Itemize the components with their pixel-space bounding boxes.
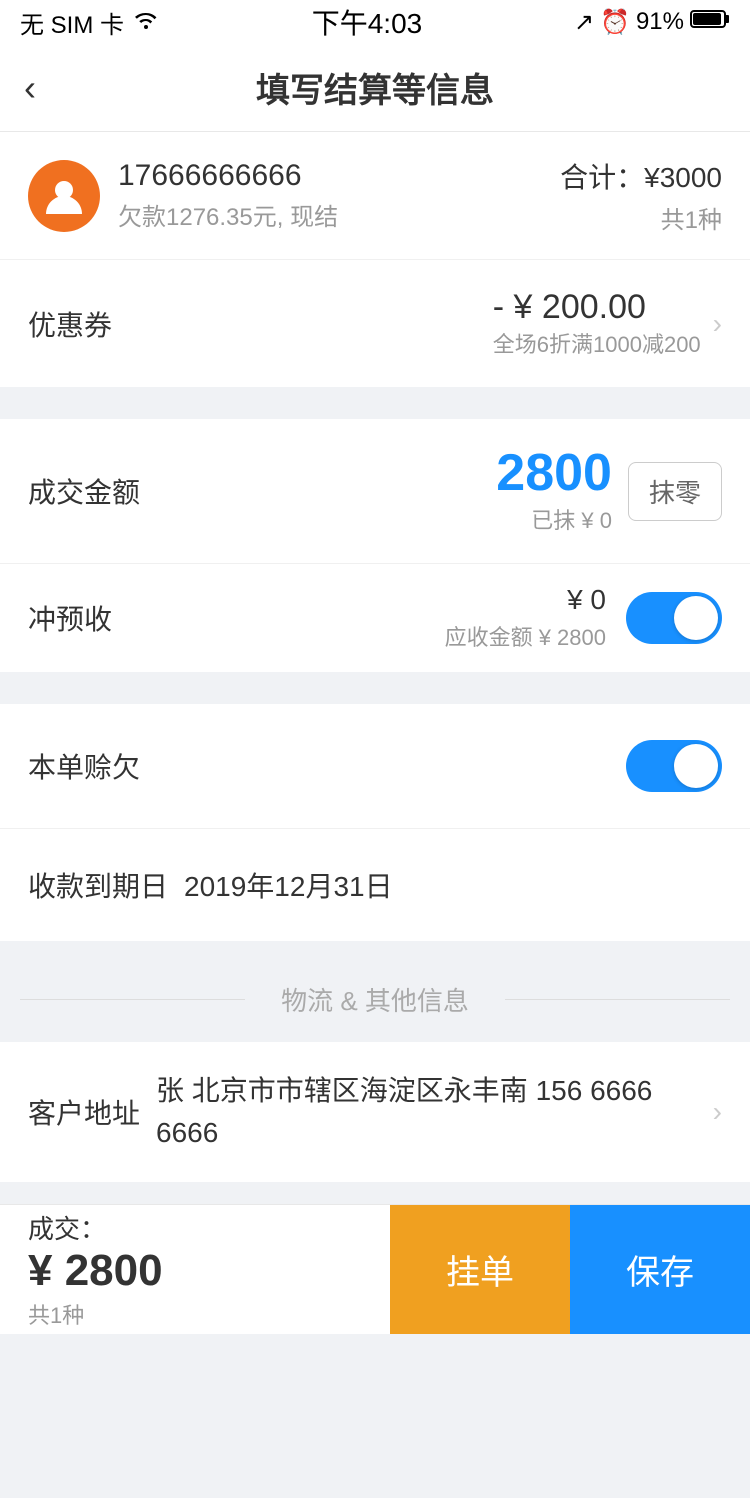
amount-value-block: 2800 已抹 ¥ 0	[496, 447, 612, 535]
bottom-bar: 成交： ¥ 2800 共1种 挂单 保存	[0, 1204, 750, 1334]
status-right: ↗ ⏰ 91%	[574, 8, 730, 37]
prepay-amount-block: ¥ 0 应收金额 ¥ 2800	[445, 584, 606, 652]
user-info-row: 17666666666 欠款1276.35元, 现结 合计：¥3000 共1种	[0, 132, 750, 259]
user-info-text: 17666666666 欠款1276.35元, 现结	[118, 159, 338, 232]
sim-indicator: 无 SIM 卡	[20, 5, 124, 40]
duedate-value: 2019年12月31日	[184, 865, 393, 905]
pending-button[interactable]: 挂单	[390, 1205, 570, 1334]
battery-icon	[690, 8, 730, 36]
divider-line-left	[20, 999, 245, 1000]
location-icon: ↗	[574, 8, 594, 37]
duedate-row: 收款到期日 2019年12月31日	[0, 828, 750, 941]
bottom-deal-label: 成交：	[28, 1209, 362, 1246]
alarm-icon: ⏰	[600, 8, 630, 37]
coupon-right: - ¥ 200.00 全场6折满1000减200 ›	[493, 288, 722, 359]
chevron-right-icon: ›	[713, 308, 722, 340]
user-right: 合计：¥3000 共1种	[560, 156, 722, 235]
amount-right: 2800 已抹 ¥ 0 抹零	[496, 447, 722, 535]
debt-card: 本单赊欠 收款到期日 2019年12月31日	[0, 704, 750, 941]
prepay-amount: ¥ 0	[445, 584, 606, 616]
total-count: 共1种	[560, 200, 722, 235]
user-info-card: 17666666666 欠款1276.35元, 现结 合计：¥3000 共1种 …	[0, 132, 750, 387]
prepay-row: 冲预收 ¥ 0 应收金额 ¥ 2800	[0, 563, 750, 672]
status-bar: 无 SIM 卡 下午4:03 ↗ ⏰ 91%	[0, 0, 750, 44]
total-amount: 合计：¥3000	[560, 156, 722, 196]
save-button[interactable]: 保存	[570, 1205, 750, 1334]
status-left: 无 SIM 卡	[20, 5, 160, 40]
duedate-label: 收款到期日	[28, 865, 168, 905]
transaction-label: 成交金额	[28, 471, 140, 511]
prepay-toggle[interactable]	[626, 592, 722, 644]
debt-toggle-knob	[674, 744, 718, 788]
battery-text: 91%	[636, 8, 684, 36]
page-title: 填写结算等信息	[256, 63, 494, 112]
prepay-sub: 应收金额 ¥ 2800	[445, 620, 606, 652]
bottom-btns: 挂单 保存	[390, 1205, 750, 1334]
round-button[interactable]: 抹零	[628, 462, 722, 521]
user-phone: 17666666666	[118, 159, 338, 193]
transaction-sub: 已抹 ¥ 0	[496, 503, 612, 535]
coupon-amount: - ¥ 200.00	[493, 288, 701, 327]
logistics-text: 物流 & 其他信息	[281, 981, 469, 1018]
prepay-label: 冲预收	[28, 598, 112, 638]
nav-bar: ‹ 填写结算等信息	[0, 44, 750, 132]
address-card: 客户地址 张 北京市市辖区海淀区永丰南 156 6666 6666 ›	[0, 1042, 750, 1182]
transaction-card: 成交金额 2800 已抹 ¥ 0 抹零 冲预收 ¥ 0 应收金额 ¥ 2800	[0, 419, 750, 672]
address-row[interactable]: 客户地址 张 北京市市辖区海淀区永丰南 156 6666 6666 ›	[0, 1042, 750, 1182]
bottom-deal-amount: ¥ 2800	[28, 1246, 362, 1296]
coupon-label: 优惠券	[28, 304, 112, 344]
address-label: 客户地址	[28, 1092, 140, 1132]
logistics-divider: 物流 & 其他信息	[0, 957, 750, 1042]
avatar	[28, 160, 100, 232]
bottom-left: 成交： ¥ 2800 共1种	[0, 1209, 390, 1330]
user-sub: 欠款1276.35元, 现结	[118, 197, 338, 232]
prepay-toggle-knob	[674, 596, 718, 640]
debt-toggle[interactable]	[626, 740, 722, 792]
bottom-deal-count: 共1种	[28, 1298, 362, 1330]
section-divider-2	[0, 688, 750, 704]
coupon-row[interactable]: 优惠券 - ¥ 200.00 全场6折满1000减200 ›	[0, 259, 750, 387]
address-value: 张 北京市市辖区海淀区永丰南 156 6666 6666	[156, 1070, 697, 1154]
address-chevron-icon: ›	[713, 1096, 722, 1128]
prepay-right: ¥ 0 应收金额 ¥ 2800	[445, 584, 722, 652]
transaction-amount: 2800	[496, 447, 612, 499]
section-divider	[0, 403, 750, 419]
debt-label: 本单赊欠	[28, 746, 140, 786]
wifi-icon	[132, 8, 160, 36]
back-button[interactable]: ‹	[24, 67, 36, 109]
coupon-desc: 全场6折满1000减200	[493, 327, 701, 359]
debt-row: 本单赊欠	[0, 704, 750, 828]
amount-row: 成交金额 2800 已抹 ¥ 0 抹零	[0, 419, 750, 563]
divider-line-right	[505, 999, 730, 1000]
status-time: 下午4:03	[312, 2, 423, 42]
user-left: 17666666666 欠款1276.35元, 现结	[28, 159, 338, 232]
